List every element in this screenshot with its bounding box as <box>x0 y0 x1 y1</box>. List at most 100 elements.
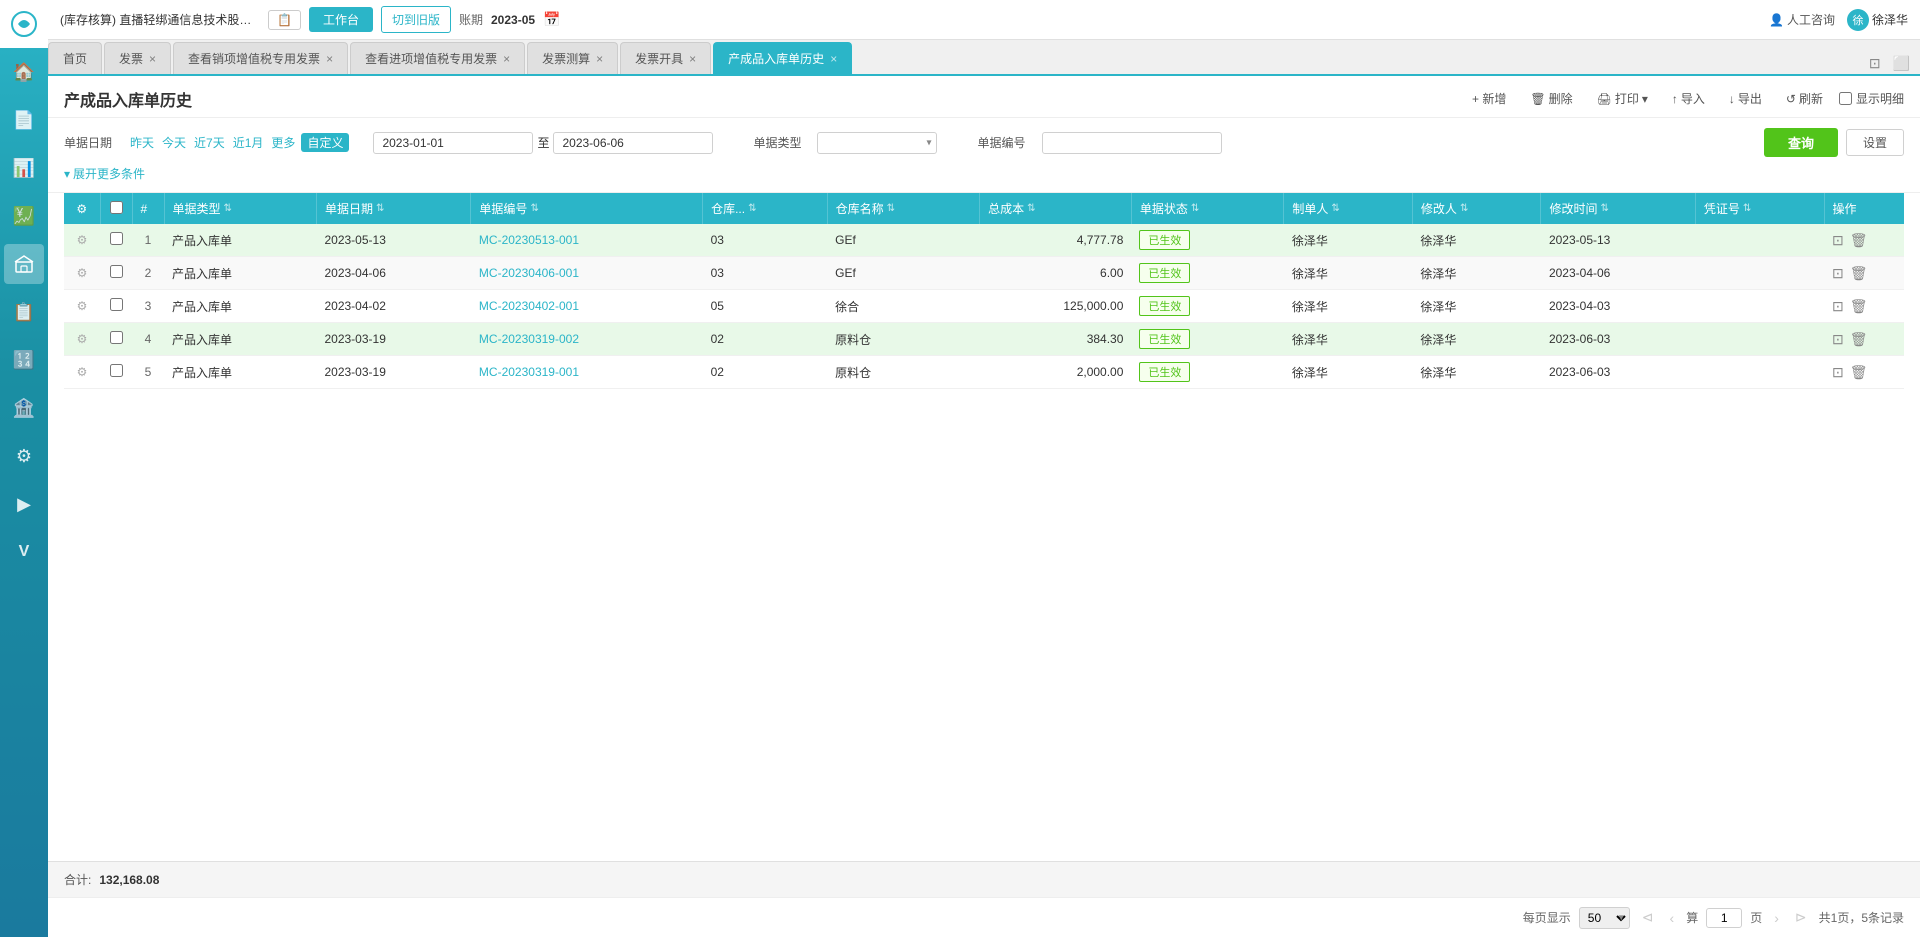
switch-version-button[interactable]: 切到旧版 <box>381 6 451 33</box>
import-button[interactable]: ↑ 导入 <box>1664 86 1713 111</box>
edit-icon[interactable]: ⊡ <box>1832 331 1844 348</box>
workbench-button[interactable]: 工作台 <box>309 7 373 32</box>
type-select[interactable] <box>817 132 937 154</box>
page-last-btn[interactable]: ⊳ <box>1791 907 1811 928</box>
th-code[interactable]: 单据编号⇅ <box>471 193 703 224</box>
new-button[interactable]: + 新增 <box>1464 86 1514 111</box>
sidebar-item-video[interactable]: ▶ <box>4 484 44 524</box>
expand-conditions-btn[interactable]: ▾ 展开更多条件 <box>64 165 145 182</box>
tab-check-purchase-close[interactable]: × <box>503 52 510 66</box>
export-button[interactable]: ↓ 导出 <box>1721 86 1770 111</box>
delete-row-icon[interactable]: 🗑 <box>1850 364 1868 381</box>
th-total-cost[interactable]: 总成本⇅ <box>980 193 1132 224</box>
refresh-button[interactable]: ↺ 刷新 <box>1778 86 1831 111</box>
th-warehouse-code[interactable]: 仓库...⇅ <box>703 193 828 224</box>
th-status[interactable]: 单据状态⇅ <box>1131 193 1283 224</box>
tab-check-purchase[interactable]: 查看进项增值税专用发票 × <box>350 42 525 74</box>
sidebar-item-finance[interactable]: 💹 <box>4 196 44 236</box>
edit-icon[interactable]: ⊡ <box>1832 265 1844 282</box>
tab-product-history[interactable]: 产成品入库单历史 × <box>713 42 852 74</box>
row-code-link[interactable]: MC-20230319-002 <box>479 332 579 346</box>
sidebar-item-asset[interactable]: 🏦 <box>4 388 44 428</box>
app-logo[interactable] <box>0 0 48 48</box>
tab-calc[interactable]: 发票测算 × <box>527 42 618 74</box>
shortcut-today[interactable]: 今天 <box>160 134 188 151</box>
sidebar-item-config[interactable]: ⚙ <box>4 436 44 476</box>
edit-icon[interactable]: ⊡ <box>1832 364 1844 381</box>
th-modify-time[interactable]: 修改时间⇅ <box>1541 193 1695 224</box>
shortcut-custom[interactable]: 自定义 <box>301 133 349 152</box>
row-code[interactable]: MC-20230402-001 <box>471 290 703 323</box>
show-detail-check[interactable]: 显示明细 <box>1839 90 1904 107</box>
sidebar-item-calc[interactable]: 🔢 <box>4 340 44 380</box>
edit-icon[interactable]: ⊡ <box>1832 232 1844 249</box>
select-all-checkbox[interactable] <box>110 201 123 214</box>
row-checkbox[interactable] <box>110 232 123 245</box>
th-check[interactable] <box>100 193 132 224</box>
th-voucher[interactable]: 凭证号⇅ <box>1695 193 1824 224</box>
delete-row-icon[interactable]: 🗑 <box>1850 232 1868 249</box>
row-checkbox-cell[interactable] <box>100 323 132 356</box>
row-settings-icon[interactable]: ⚙ <box>64 290 100 323</box>
th-warehouse-name[interactable]: 仓库名称⇅ <box>827 193 979 224</box>
tab-open[interactable]: 发票开具 × <box>620 42 711 74</box>
row-settings-icon[interactable]: ⚙ <box>64 356 100 389</box>
settings-button[interactable]: 设置 <box>1846 129 1904 156</box>
th-modifier[interactable]: 修改人⇅ <box>1412 193 1541 224</box>
shortcut-7days[interactable]: 近7天 <box>192 134 227 151</box>
sidebar-item-task[interactable]: 📋 <box>4 292 44 332</box>
row-settings-icon[interactable]: ⚙ <box>64 257 100 290</box>
tab-invoice-close[interactable]: × <box>149 52 156 66</box>
date-start-input[interactable] <box>373 132 533 154</box>
window-maximize-btn[interactable]: ⬜ <box>1891 53 1912 74</box>
sidebar-item-v[interactable]: V <box>4 532 44 572</box>
user-service[interactable]: 👤 人工咨询 <box>1769 11 1835 28</box>
row-code[interactable]: MC-20230319-002 <box>471 323 703 356</box>
page-next-btn[interactable]: › <box>1770 908 1783 928</box>
row-code-link[interactable]: MC-20230406-001 <box>479 266 579 280</box>
delete-row-icon[interactable]: 🗑 <box>1850 331 1868 348</box>
sidebar-item-invoice[interactable]: 📄 <box>4 100 44 140</box>
shortcut-more[interactable]: 更多 <box>269 134 297 151</box>
row-code-link[interactable]: MC-20230513-001 <box>479 233 579 247</box>
query-button[interactable]: 查询 <box>1764 128 1838 157</box>
sidebar-item-home[interactable]: 🏠 <box>4 52 44 92</box>
window-restore-btn[interactable]: ⊡ <box>1867 53 1883 74</box>
page-size-select[interactable]: 50 100 <box>1579 907 1630 929</box>
period-calendar-icon[interactable]: 📅 <box>543 11 560 28</box>
row-checkbox[interactable] <box>110 298 123 311</box>
row-settings-icon[interactable]: ⚙ <box>64 224 100 257</box>
number-input[interactable] <box>1042 132 1222 154</box>
page-prev-btn[interactable]: ‹ <box>1666 908 1679 928</box>
user-name-btn[interactable]: 徐 徐泽华 <box>1847 9 1908 31</box>
print-button[interactable]: 🖨 打印 ▾ <box>1589 86 1656 111</box>
shortcut-yesterday[interactable]: 昨天 <box>128 134 156 151</box>
tab-product-history-close[interactable]: × <box>830 52 837 66</box>
th-creator[interactable]: 制单人⇅ <box>1284 193 1413 224</box>
sidebar-item-chart[interactable]: 📊 <box>4 148 44 188</box>
tab-check-sales-close[interactable]: × <box>326 52 333 66</box>
row-checkbox-cell[interactable] <box>100 356 132 389</box>
th-settings[interactable]: ⚙ <box>64 193 100 224</box>
row-code-link[interactable]: MC-20230402-001 <box>479 299 579 313</box>
row-code[interactable]: MC-20230513-001 <box>471 224 703 257</box>
row-checkbox-cell[interactable] <box>100 290 132 323</box>
sidebar-item-warehouse[interactable] <box>4 244 44 284</box>
row-checkbox[interactable] <box>110 265 123 278</box>
tab-home[interactable]: 首页 <box>48 42 102 74</box>
row-checkbox[interactable] <box>110 364 123 377</box>
th-date[interactable]: 单据日期⇅ <box>316 193 470 224</box>
doc-btn[interactable]: 📋 <box>268 10 301 30</box>
th-type[interactable]: 单据类型⇅ <box>164 193 316 224</box>
row-checkbox-cell[interactable] <box>100 257 132 290</box>
shortcut-1month[interactable]: 近1月 <box>231 134 266 151</box>
delete-button[interactable]: 🗑 删除 <box>1522 86 1580 111</box>
row-code[interactable]: MC-20230406-001 <box>471 257 703 290</box>
row-code[interactable]: MC-20230319-001 <box>471 356 703 389</box>
row-code-link[interactable]: MC-20230319-001 <box>479 365 579 379</box>
tab-calc-close[interactable]: × <box>596 52 603 66</box>
row-checkbox[interactable] <box>110 331 123 344</box>
tab-open-close[interactable]: × <box>689 52 696 66</box>
page-first-btn[interactable]: ⊲ <box>1638 907 1658 928</box>
delete-row-icon[interactable]: 🗑 <box>1850 298 1868 315</box>
